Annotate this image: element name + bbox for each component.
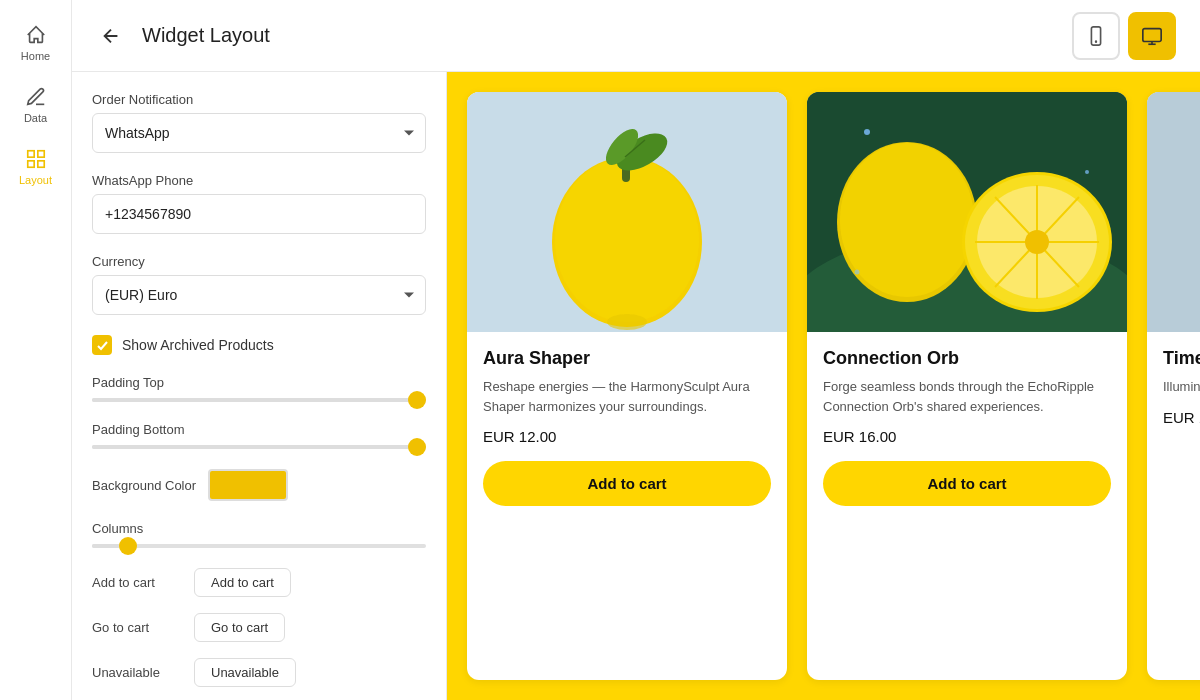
columns-field: Columns xyxy=(92,521,426,548)
product-name: Aura Shaper xyxy=(483,348,771,369)
unavailable-row: Unavailable Unavailable xyxy=(92,658,426,687)
preview-area: Aura Shaper Reshape energies — the Harmo… xyxy=(447,72,1200,700)
add-to-cart-button[interactable]: Add to cart xyxy=(823,461,1111,506)
svg-point-16 xyxy=(607,314,647,330)
view-toggle xyxy=(1072,12,1176,60)
sidebar-item-data[interactable]: Data xyxy=(6,78,66,132)
go-to-cart-preview[interactable]: Go to cart xyxy=(194,613,285,642)
svg-rect-0 xyxy=(27,151,33,157)
svg-rect-6 xyxy=(1143,28,1161,41)
partial-product-image xyxy=(1147,92,1200,332)
back-button[interactable] xyxy=(96,21,126,51)
whatsapp-phone-label: WhatsApp Phone xyxy=(92,173,426,188)
show-archived-checkbox[interactable] xyxy=(92,335,112,355)
back-icon xyxy=(100,25,122,47)
lemon-single-image xyxy=(467,92,787,332)
svg-rect-32 xyxy=(1147,92,1200,332)
home-icon xyxy=(25,24,47,46)
columns-track[interactable] xyxy=(92,544,426,548)
whatsapp-phone-field: WhatsApp Phone xyxy=(92,173,426,234)
product-description-partial: Illuminate Weaver's xyxy=(1163,377,1200,397)
svg-rect-1 xyxy=(37,151,43,157)
show-archived-row: Show Archived Products xyxy=(92,335,426,355)
padding-top-label: Padding Top xyxy=(92,375,426,390)
order-notification-label: Order Notification xyxy=(92,92,426,107)
add-to-cart-button[interactable]: Add to cart xyxy=(483,461,771,506)
product-card-body: Aura Shaper Reshape energies — the Harmo… xyxy=(467,332,787,522)
sidebar-item-layout[interactable]: Layout xyxy=(6,140,66,194)
order-notification-select[interactable]: WhatsApp xyxy=(92,113,426,153)
add-to-cart-label: Add to cart xyxy=(92,575,182,590)
padding-top-track[interactable] xyxy=(92,398,426,402)
layout-icon xyxy=(25,148,47,170)
padding-top-thumb[interactable] xyxy=(408,391,426,409)
content-row: Order Notification WhatsApp WhatsApp Pho… xyxy=(72,72,1200,700)
mobile-view-button[interactable] xyxy=(1072,12,1120,60)
product-name: Connection Orb xyxy=(823,348,1111,369)
product-image xyxy=(807,92,1127,332)
order-notification-select-wrapper: WhatsApp xyxy=(92,113,426,153)
currency-label: Currency xyxy=(92,254,426,269)
checkmark-icon xyxy=(96,339,109,352)
svg-point-29 xyxy=(864,129,870,135)
page-title: Widget Layout xyxy=(142,24,1056,47)
background-color-field: Background Color xyxy=(92,469,426,501)
add-to-cart-row: Add to cart Add to cart xyxy=(92,568,426,597)
go-to-cart-row: Go to cart Go to cart xyxy=(92,613,426,642)
show-archived-label: Show Archived Products xyxy=(122,337,274,353)
product-card: Aura Shaper Reshape energies — the Harmo… xyxy=(467,92,787,680)
product-description: Reshape energies — the HarmonySculpt Aur… xyxy=(483,377,771,416)
padding-bottom-track[interactable] xyxy=(92,445,426,449)
lemon-cut-image xyxy=(807,92,1127,332)
product-description: Forge seamless bonds through the EchoRip… xyxy=(823,377,1111,416)
svg-point-31 xyxy=(855,270,860,275)
desktop-view-button[interactable] xyxy=(1128,12,1176,60)
product-name-partial: Time W xyxy=(1163,348,1200,369)
main-area: Widget Layout Order Notific xyxy=(72,0,1200,700)
columns-thumb[interactable] xyxy=(119,537,137,555)
svg-point-28 xyxy=(1025,230,1049,254)
mobile-icon xyxy=(1085,25,1107,47)
padding-bottom-label: Padding Bottom xyxy=(92,422,426,437)
sidebar-item-home[interactable]: Home xyxy=(6,16,66,70)
currency-select-wrapper: (EUR) Euro xyxy=(92,275,426,315)
desktop-icon xyxy=(1141,25,1163,47)
svg-point-30 xyxy=(1085,170,1089,174)
order-notification-field: Order Notification WhatsApp xyxy=(92,92,426,153)
product-price-partial: EUR 14.0 xyxy=(1163,409,1200,426)
svg-point-11 xyxy=(555,158,699,322)
background-color-label: Background Color xyxy=(92,478,196,493)
padding-bottom-field: Padding Bottom xyxy=(92,422,426,449)
product-card: Connection Orb Forge seamless bonds thro… xyxy=(807,92,1127,680)
preview-inner: Aura Shaper Reshape energies — the Harmo… xyxy=(447,72,1200,700)
padding-bottom-thumb[interactable] xyxy=(408,438,426,456)
product-price: EUR 16.00 xyxy=(823,428,1111,445)
padding-top-field: Padding Top xyxy=(92,375,426,402)
go-to-cart-label: Go to cart xyxy=(92,620,182,635)
product-image xyxy=(467,92,787,332)
currency-field: Currency (EUR) Euro xyxy=(92,254,426,315)
data-icon xyxy=(25,86,47,108)
whatsapp-phone-input[interactable] xyxy=(92,194,426,234)
unavailable-label: Unavailable xyxy=(92,665,182,680)
product-image-partial xyxy=(1147,92,1200,332)
add-to-cart-preview[interactable]: Add to cart xyxy=(194,568,291,597)
svg-rect-2 xyxy=(27,161,33,167)
product-card-body: Connection Orb Forge seamless bonds thro… xyxy=(807,332,1127,522)
top-bar: Widget Layout xyxy=(72,0,1200,72)
product-card-partial: Time W Illuminate Weaver's EUR 14.0 xyxy=(1147,92,1200,680)
background-color-swatch[interactable] xyxy=(208,469,288,501)
svg-point-20 xyxy=(840,143,974,297)
unavailable-preview[interactable]: Unavailable xyxy=(194,658,296,687)
settings-panel: Order Notification WhatsApp WhatsApp Pho… xyxy=(72,72,447,700)
columns-label: Columns xyxy=(92,521,426,536)
product-card-body-partial: Time W Illuminate Weaver's EUR 14.0 xyxy=(1147,332,1200,458)
product-price: EUR 12.00 xyxy=(483,428,771,445)
sidebar-nav: Home Data Layout xyxy=(0,0,72,700)
svg-rect-3 xyxy=(37,161,43,167)
currency-select[interactable]: (EUR) Euro xyxy=(92,275,426,315)
